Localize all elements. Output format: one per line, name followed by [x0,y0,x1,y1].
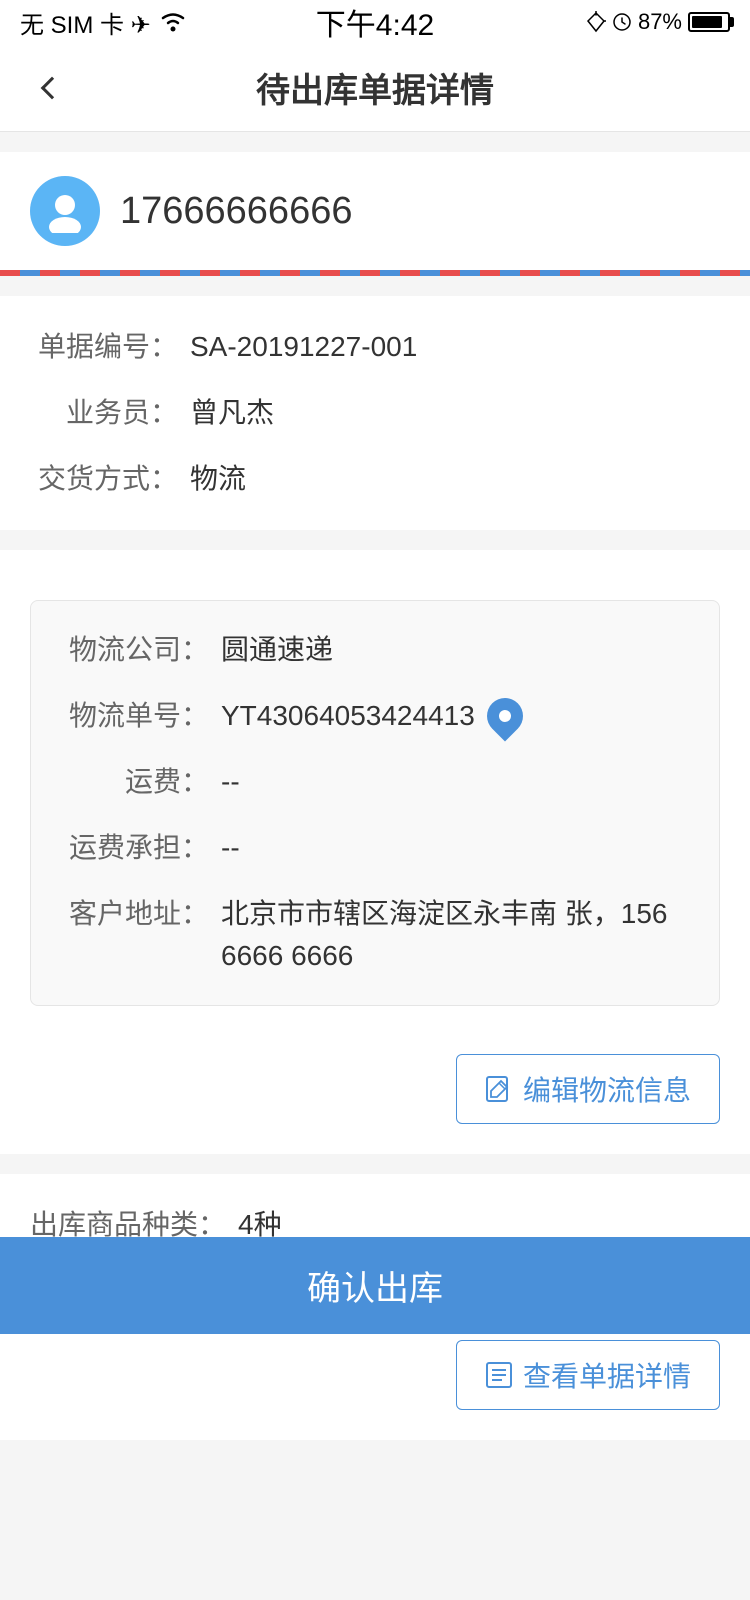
avatar-icon [43,189,87,233]
view-detail-label: 查看单据详情 [523,1355,691,1395]
freight-label: 运费： [61,761,221,803]
avatar [30,176,100,246]
logistics-tracking-value: YT43064053424413 [221,695,475,737]
battery-percent: 87% [638,9,682,35]
battery-icon [688,12,730,32]
edit-logistics-button[interactable]: 编辑物流信息 [456,1054,720,1124]
location-status-icon [586,11,606,33]
delivery-value: 物流 [190,458,720,500]
document-info-section: 单据编号： SA-20191227-001 业务员： 曾凡杰 交货方式： 物流 [0,296,750,530]
confirm-btn-wrapper: 确认出库 [0,1237,750,1334]
status-left: 无 SIM 卡 ✈ [20,5,187,40]
view-detail-btn-container: 查看单据详情 [30,1340,720,1410]
address-value: 北京市市辖区海淀区永丰南 张，156 6666 6666 [221,893,689,977]
staff-label: 业务员： [30,392,190,434]
edit-icon [485,1075,513,1103]
address-label: 客户地址： [61,893,221,935]
edit-logistics-label: 编辑物流信息 [523,1069,691,1109]
status-time: 下午4:42 [316,0,434,44]
user-phone: 17666666666 [120,190,352,233]
alarm-icon [612,11,632,33]
status-right: 87% [586,9,730,35]
staff-value: 曾凡杰 [190,392,720,434]
edit-logistics-btn-container: 编辑物流信息 [30,1034,720,1124]
freight-bearer-value: -- [221,827,689,869]
logistics-tracking-value-container: YT43064053424413 [221,695,689,737]
back-arrow-icon [41,76,64,99]
logistics-company-label: 物流公司： [61,629,221,671]
sim-status: 无 SIM 卡 ✈ [20,5,151,40]
nav-bar: 待出库单据详情 [0,44,750,132]
logistics-section: 物流公司： 圆通速递 物流单号： YT43064053424413 运费： --… [0,550,750,1154]
freight-bearer-row: 运费承担： -- [61,827,689,869]
logistics-tracking-row: 物流单号： YT43064053424413 [61,695,689,737]
view-detail-button[interactable]: 查看单据详情 [456,1340,720,1410]
document-number-row: 单据编号： SA-20191227-001 [30,326,720,368]
logistics-card: 物流公司： 圆通速递 物流单号： YT43064053424413 运费： --… [30,600,720,1006]
delivery-label: 交货方式： [30,458,190,500]
logistics-tracking-label: 物流单号： [61,695,221,737]
page-title: 待出库单据详情 [74,63,676,112]
location-dot [499,710,511,722]
freight-row: 运费： -- [61,761,689,803]
logistics-company-value: 圆通速递 [221,629,689,671]
dashed-separator [0,270,750,276]
list-icon [485,1361,513,1389]
map-location-icon[interactable] [479,691,530,742]
address-row: 客户地址： 北京市市辖区海淀区永丰南 张，156 6666 6666 [61,893,689,977]
user-header: 17666666666 [0,152,750,270]
freight-bearer-label: 运费承担： [61,827,221,869]
delivery-row: 交货方式： 物流 [30,458,720,500]
logistics-company-row: 物流公司： 圆通速递 [61,629,689,671]
freight-value: -- [221,761,689,803]
document-number-label: 单据编号： [30,326,190,368]
confirm-outbound-button[interactable]: 确认出库 [307,1261,443,1310]
wifi-icon [159,12,187,32]
document-number-value: SA-20191227-001 [190,326,720,368]
staff-row: 业务员： 曾凡杰 [30,392,720,434]
back-button[interactable] [30,66,74,110]
status-bar: 无 SIM 卡 ✈ 下午4:42 87% [0,0,750,44]
